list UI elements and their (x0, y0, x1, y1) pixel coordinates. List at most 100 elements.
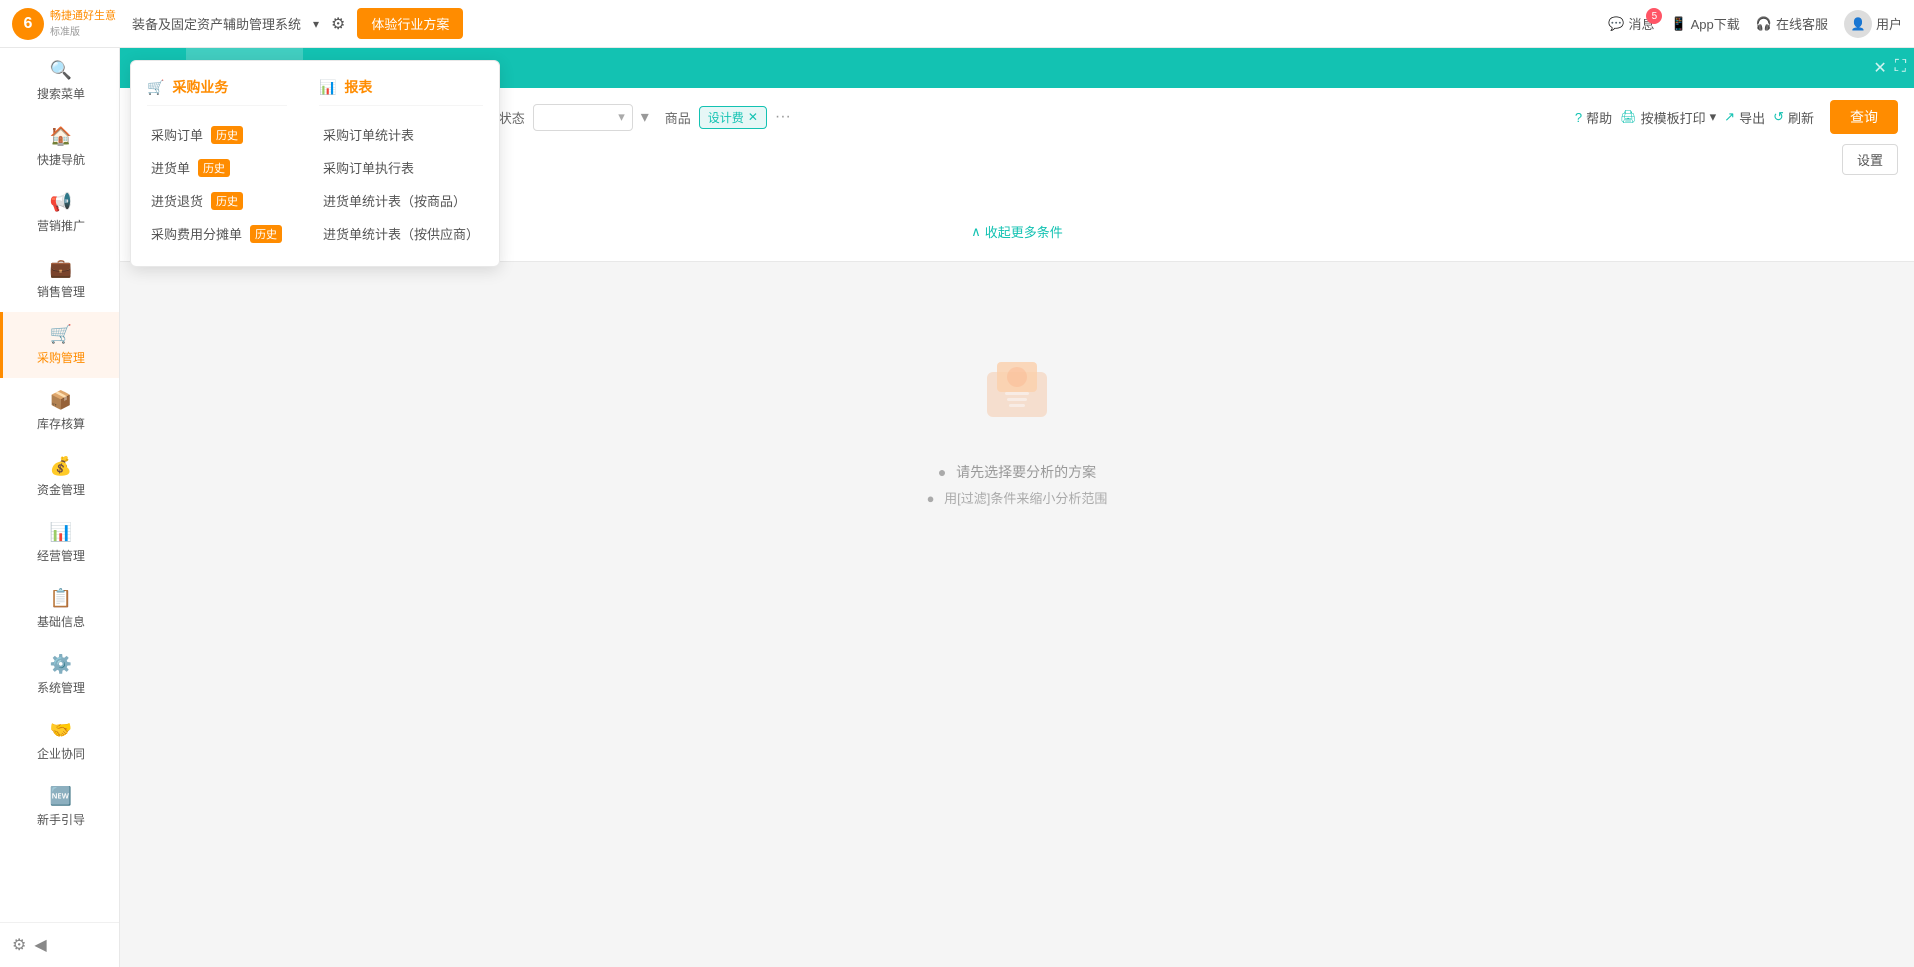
message-btn[interactable]: 💬 消息 5 (1608, 14, 1654, 33)
sidebar-label-operations: 经营管理 (37, 547, 85, 564)
dropdown-report-stock-goods[interactable]: 进货单统计表（按商品） (319, 184, 483, 217)
goods-dots[interactable]: ··· (775, 108, 791, 126)
phone-icon: 📱 (1670, 16, 1686, 32)
finance-icon: 💰 (50, 456, 72, 477)
purchase-col: 🛒 采购业务 采购订单 历史 进货单 历史 进货退货 历史 采购费用分摊单 历史 (147, 77, 287, 250)
settings-area: 设置 (1842, 144, 1898, 175)
help-label: 帮助 (1586, 108, 1612, 127)
sidebar-item-quick-nav[interactable]: 🏠 快捷导航 (0, 114, 119, 180)
purchase-col-title: 🛒 采购业务 (147, 77, 287, 106)
sidebar-label-search: 搜索菜单 (37, 85, 85, 102)
sidebar-item-operations[interactable]: 📊 经营管理 (0, 510, 119, 576)
dropdown-stock-in[interactable]: 进货单 历史 (147, 151, 287, 184)
headset-icon: 🎧 (1756, 16, 1772, 32)
industry-btn[interactable]: 体验行业方案 (357, 8, 463, 39)
online-service-btn[interactable]: 🎧 在线客服 (1756, 14, 1828, 33)
sidebar-label-finance: 资金管理 (37, 481, 85, 498)
empty-illustration (967, 342, 1067, 442)
sidebar-item-search[interactable]: 🔍 搜索菜单 (0, 48, 119, 114)
app-download-btn[interactable]: 📱 App下载 (1670, 14, 1739, 33)
sidebar-item-base-info[interactable]: 📋 基础信息 (0, 576, 119, 642)
collapse-icon: ∧ (971, 224, 981, 240)
purchase-col-icon: 🛒 (147, 79, 164, 96)
print-label: 按模板打印 (1641, 108, 1706, 127)
operations-icon: 📊 (50, 522, 72, 543)
dropdown-report-order-exec[interactable]: 采购订单执行表 (319, 151, 483, 184)
purchase-col-label: 采购业务 (172, 77, 228, 97)
sidebar: 🔍 搜索菜单 🏠 快捷导航 📢 营销推广 💼 销售管理 🛒 采购管理 📦 库存核… (0, 48, 120, 967)
sidebar-item-system[interactable]: ⚙️ 系统管理 (0, 642, 119, 708)
app-label: App下载 (1691, 14, 1740, 33)
history-badge-2: 历史 (198, 159, 230, 177)
guide-icon: 🆕 (50, 786, 72, 807)
sidebar-item-sales[interactable]: 💼 销售管理 (0, 246, 119, 312)
voucher-status-dots[interactable]: ▾ (641, 107, 649, 127)
sidebar-item-finance[interactable]: 💰 资金管理 (0, 444, 119, 510)
voucher-status-select-wrap (533, 104, 633, 131)
sidebar-settings-btn[interactable]: ⚙ (12, 935, 26, 955)
goods-tag-close[interactable]: ✕ (748, 110, 758, 124)
history-badge-3: 历史 (211, 192, 243, 210)
sidebar-item-guide[interactable]: 🆕 新手引导 (0, 774, 119, 840)
gear-button[interactable]: ⚙ (327, 10, 349, 38)
sidebar-label-system: 系统管理 (37, 679, 85, 696)
home-icon: 🏠 (50, 126, 72, 147)
dropdown-order-stats-label: 采购订单统计表 (323, 125, 414, 144)
sidebar-item-inventory[interactable]: 📦 库存核算 (0, 378, 119, 444)
user-label: 用户 (1876, 14, 1902, 33)
dropdown-purchase-cost[interactable]: 采购费用分摊单 历史 (147, 217, 287, 250)
export-btn[interactable]: ↗ 导出 (1724, 108, 1765, 127)
sidebar-item-purchase[interactable]: 🛒 采购管理 (0, 312, 119, 378)
purchase-dropdown-menu: 🛒 采购业务 采购订单 历史 进货单 历史 进货退货 历史 采购费用分摊单 历史… (130, 60, 500, 267)
sidebar-label-marketing: 营销推广 (37, 217, 85, 234)
empty-state: ● 请先选择要分析的方案 ● 用[过滤]条件来缩小分析范围 (120, 262, 1914, 587)
goods-label: 商品 (665, 108, 691, 127)
query-btn[interactable]: 查询 (1830, 100, 1898, 134)
system-dropdown-btn[interactable]: ▾ (313, 17, 319, 31)
sidebar-label-quick-nav: 快捷导航 (37, 151, 85, 168)
report-col: 📊 报表 采购订单统计表 采购订单执行表 进货单统计表（按商品） 进货单统计表（… (319, 77, 483, 250)
dropdown-stock-supplier-label: 进货单统计表（按供应商） (323, 224, 479, 243)
dropdown-purchase-order-label: 采购订单 (151, 125, 203, 144)
report-col-title: 📊 报表 (319, 77, 483, 106)
base-info-icon: 📋 (50, 588, 72, 609)
dropdown-purchase-order[interactable]: 采购订单 历史 (147, 118, 287, 151)
sidebar-bottom: ⚙ ◀ (0, 922, 119, 967)
service-label: 在线客服 (1776, 14, 1828, 33)
sidebar-item-marketing[interactable]: 📢 营销推广 (0, 180, 119, 246)
sidebar-item-enterprise[interactable]: 🤝 企业协同 (0, 708, 119, 774)
tab-close-all-icon[interactable]: ✕ (1873, 58, 1886, 78)
print-btn[interactable]: 🖨 按模板打印 ▾ (1620, 108, 1716, 127)
dropdown-stock-in-label: 进货单 (151, 158, 190, 177)
voucher-status-select[interactable] (533, 104, 633, 131)
refresh-btn[interactable]: ↺ 刷新 (1773, 108, 1814, 127)
refresh-icon: ↺ (1773, 109, 1784, 125)
dropdown-report-stock-supplier[interactable]: 进货单统计表（按供应商） (319, 217, 483, 250)
dropdown-return-goods[interactable]: 进货退货 历史 (147, 184, 287, 217)
header-right: 💬 消息 5 📱 App下载 🎧 在线客服 👤 用户 (1608, 10, 1902, 38)
logo-sub: 标准版 (50, 23, 116, 38)
dropdown-report-order-stats[interactable]: 采购订单统计表 (319, 118, 483, 151)
enterprise-icon: 🤝 (50, 720, 72, 741)
search-icon: 🔍 (50, 60, 72, 81)
user-btn[interactable]: 👤 用户 (1844, 10, 1902, 38)
help-btn[interactable]: ? 帮助 (1575, 108, 1612, 127)
avatar: 👤 (1844, 10, 1872, 38)
sales-icon: 💼 (50, 258, 72, 279)
report-col-label: 报表 (344, 77, 372, 97)
message-icon: 💬 (1608, 16, 1624, 32)
goods-tag-text: 设计费 (708, 109, 744, 126)
tab-fullscreen-icon[interactable]: ⛶ (1895, 58, 1906, 78)
settings-btn[interactable]: 设置 (1842, 144, 1898, 175)
sidebar-collapse-btn[interactable]: ◀ (34, 935, 46, 955)
refresh-label: 刷新 (1788, 108, 1814, 127)
empty-hint-1: ● 请先选择要分析的方案 (938, 462, 1096, 482)
report-col-icon: 📊 (319, 79, 336, 96)
collapse-label: 收起更多条件 (985, 222, 1063, 241)
goods-filter-group: 商品 设计费 ✕ ··· (665, 106, 791, 129)
marketing-icon: 📢 (50, 192, 72, 213)
export-label: 导出 (1739, 108, 1765, 127)
sidebar-label-enterprise: 企业协同 (37, 745, 85, 762)
history-badge-1: 历史 (211, 126, 243, 144)
top-header: 6 畅捷通好生意 标准版 装备及固定资产辅助管理系统 ▾ ⚙ 体验行业方案 💬 … (0, 0, 1914, 48)
